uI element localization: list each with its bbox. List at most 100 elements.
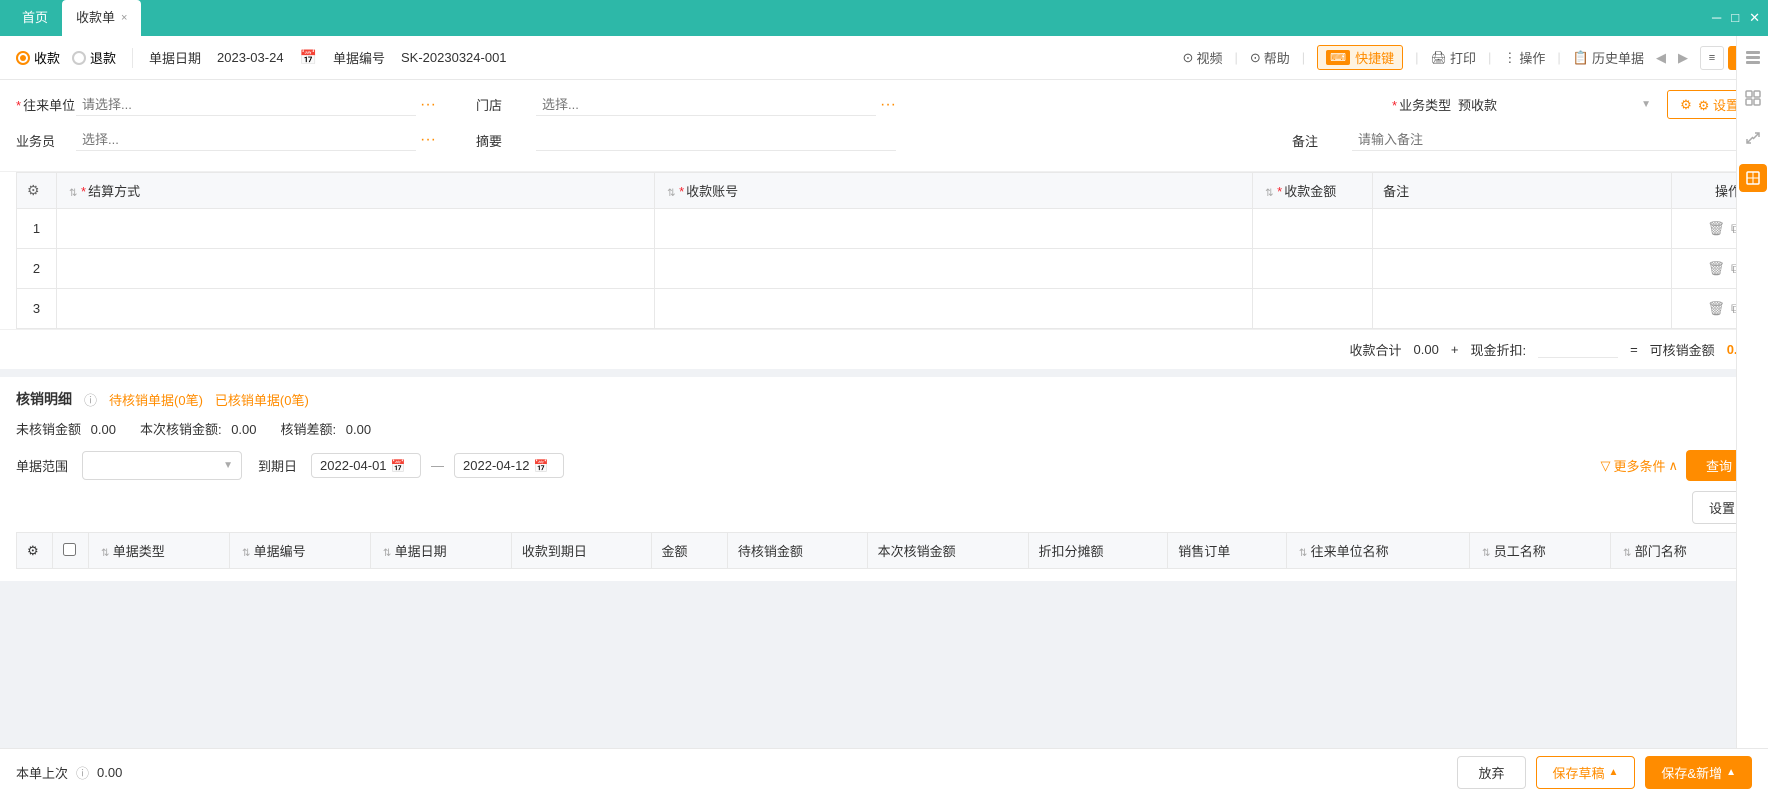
summary-label: 摘要 (476, 131, 536, 150)
select-all-checkbox[interactable] (63, 543, 76, 556)
salesperson-label: 业务员 (16, 131, 76, 150)
pending-tab[interactable]: 待核销单据(0笔) (109, 390, 203, 409)
more-conditions-btn[interactable]: ▽ 更多条件 ∧ (1600, 456, 1678, 475)
next-nav[interactable]: ▶ (1678, 50, 1688, 66)
due-date-from[interactable]: 2022-04-01 📅 (311, 453, 421, 478)
store-more-icon[interactable]: ··· (880, 96, 896, 114)
due-date-field: 到期日 2022-04-01 📅 — 2022-04-12 📅 (258, 453, 564, 478)
prev-info-icon[interactable]: ⓘ (76, 763, 89, 782)
nuclear-section: 核销明细 ⓘ 待核销单据(0笔) 已核销单据(0笔) 未核销金额 0.00 本次… (0, 377, 1768, 581)
salesperson-field: 业务员 ··· (16, 129, 436, 151)
sidebar-icon-2[interactable] (1739, 84, 1767, 112)
store-field: 门店 ··· (476, 94, 896, 116)
salesperson-input[interactable] (76, 129, 416, 151)
settings-sm-row: 设置 (16, 491, 1752, 524)
abandon-button[interactable]: 放弃 (1457, 756, 1525, 789)
table-container: ⚙ ⇅ 结算方式 ⇅ 收款账号 ⇅ 收款金额 备注 (0, 172, 1768, 329)
settings-gear-bottom[interactable]: ⚙ (27, 543, 39, 558)
th-due-date: 收款到期日 (511, 533, 651, 569)
counterpart-more-icon[interactable]: ··· (420, 96, 436, 114)
close-icon[interactable]: ✕ (1749, 10, 1760, 26)
remark-cell-1[interactable] (1373, 209, 1672, 249)
business-type-arrow[interactable]: ▼ (1641, 99, 1651, 110)
th-current: 本次核销金额 (867, 533, 1028, 569)
remark-input[interactable] (1352, 129, 1752, 151)
tab-close-icon[interactable]: × (121, 0, 127, 36)
remark-cell-3[interactable] (1373, 289, 1672, 329)
delete-row-2-icon[interactable]: 🗑 (1707, 260, 1725, 277)
divider2: | (1234, 50, 1237, 65)
business-type-value: 预收款 (1452, 92, 1641, 117)
delete-row-3-icon[interactable]: 🗑 (1707, 300, 1725, 317)
save-new-arrow[interactable]: ▲ (1726, 767, 1736, 778)
sidebar-icon-3[interactable] (1739, 124, 1767, 152)
operations-btn[interactable]: ⋮ 操作 (1503, 48, 1545, 67)
calendar-from-icon[interactable]: 📅 (391, 459, 406, 473)
sidebar-icon-1[interactable] (1739, 44, 1767, 72)
store-label: 门店 (476, 95, 536, 114)
footer-right: 放弃 保存草稿 ▲ 保存&新增 ▲ (1457, 756, 1752, 789)
list-view-btn[interactable]: ≡ (1700, 46, 1724, 70)
filter-right: ▽ 更多条件 ∧ 查询 (1600, 450, 1752, 481)
help-btn[interactable]: ⊙ 帮助 (1250, 48, 1290, 67)
account-cell-1[interactable] (655, 209, 1253, 249)
summary-field: 摘要 (476, 129, 896, 151)
amount-cell-2[interactable] (1253, 249, 1373, 289)
done-tab[interactable]: 已核销单据(0笔) (215, 390, 309, 409)
th-checkbox-select[interactable] (53, 533, 89, 569)
video-btn[interactable]: ⊙ 视频 (1183, 48, 1223, 67)
nuclear-info-icon[interactable]: ⓘ (84, 390, 97, 409)
th-discount: 折扣分摊额 (1028, 533, 1168, 569)
th-checkbox[interactable]: ⚙ (17, 533, 53, 569)
remark-cell-2[interactable] (1373, 249, 1672, 289)
radio-receipt[interactable]: 收款 (16, 48, 60, 67)
sidebar-icon-4[interactable] (1739, 164, 1767, 192)
maximize-icon[interactable]: □ (1731, 10, 1739, 26)
print-btn[interactable]: 🖨 打印 (1430, 48, 1476, 67)
settlement-cell-3[interactable] (57, 289, 655, 329)
nuclear-filter-row: 单据范围 ▼ 到期日 2022-04-01 📅 — 2022-04-12 (16, 450, 1752, 481)
date-value: 2023-03-24 (217, 50, 284, 65)
history-btn[interactable]: 📋 历史单据 (1573, 48, 1644, 67)
th-settings[interactable]: ⚙ (17, 173, 57, 209)
tab-home[interactable]: 首页 (8, 0, 62, 36)
table-settings-icon[interactable]: ⚙ (27, 182, 40, 198)
calendar-icon[interactable]: 📅 (300, 49, 317, 66)
diff-label: 核销差额: 0.00 (281, 419, 372, 438)
tab-bar: 首页 收款单 × ─ □ ✕ (0, 0, 1768, 36)
counterpart-input[interactable] (76, 94, 416, 116)
delete-row-1-icon[interactable]: 🗑 (1707, 220, 1725, 237)
form-row-1: 往来单位 ··· 门店 ··· 业务类型 预收款 ▼ ⚙ ⚙ 设置 (16, 90, 1752, 119)
tab-active[interactable]: 收款单 × (62, 0, 141, 36)
calendar-to-icon[interactable]: 📅 (534, 459, 549, 473)
chevron-up-icon: ∧ (1668, 458, 1678, 474)
account-cell-2[interactable] (655, 249, 1253, 289)
minimize-icon[interactable]: ─ (1712, 10, 1721, 26)
account-cell-3[interactable] (655, 289, 1253, 329)
doc-num-label: 单据编号 (333, 48, 385, 67)
doc-num-value: SK-20230324-001 (401, 50, 507, 65)
amount-cell-1[interactable] (1253, 209, 1373, 249)
save-draft-arrow[interactable]: ▲ (1609, 767, 1619, 778)
net-label: 可核销金额 (1650, 340, 1715, 359)
discount-input[interactable] (1538, 342, 1618, 358)
due-date-to[interactable]: 2022-04-12 📅 (454, 453, 564, 478)
radio-refund[interactable]: 退款 (72, 48, 116, 67)
remark-label: 备注 (1292, 131, 1352, 150)
settlement-cell-2[interactable] (57, 249, 655, 289)
summary-row: 收款合计 0.00 + 现金折扣: = 可核销金额 0.00 (0, 329, 1768, 369)
range-select[interactable]: ▼ (82, 451, 242, 480)
filter-left: 单据范围 ▼ 到期日 2022-04-01 📅 — 2022-04-12 (16, 451, 564, 480)
salesperson-more-icon[interactable]: ··· (420, 131, 436, 149)
store-input[interactable] (536, 94, 876, 116)
shortcut-btn[interactable]: ⌨ 快捷键 (1317, 45, 1403, 70)
save-new-button[interactable]: 保存&新增 ▲ (1645, 756, 1752, 789)
amount-cell-3[interactable] (1253, 289, 1373, 329)
save-draft-button[interactable]: 保存草稿 ▲ (1536, 756, 1636, 789)
row-num-2: 2 (17, 249, 57, 289)
prev-nav[interactable]: ◀ (1656, 50, 1666, 66)
summary-input[interactable] (536, 129, 896, 151)
nuclear-table: ⚙ ⇅ 单据类型 ⇅ 单据编号 ⇅ 单据日期 (16, 532, 1752, 569)
settlement-cell-1[interactable] (57, 209, 655, 249)
th-counterpart: ⇅ 往来单位名称 (1286, 533, 1469, 569)
